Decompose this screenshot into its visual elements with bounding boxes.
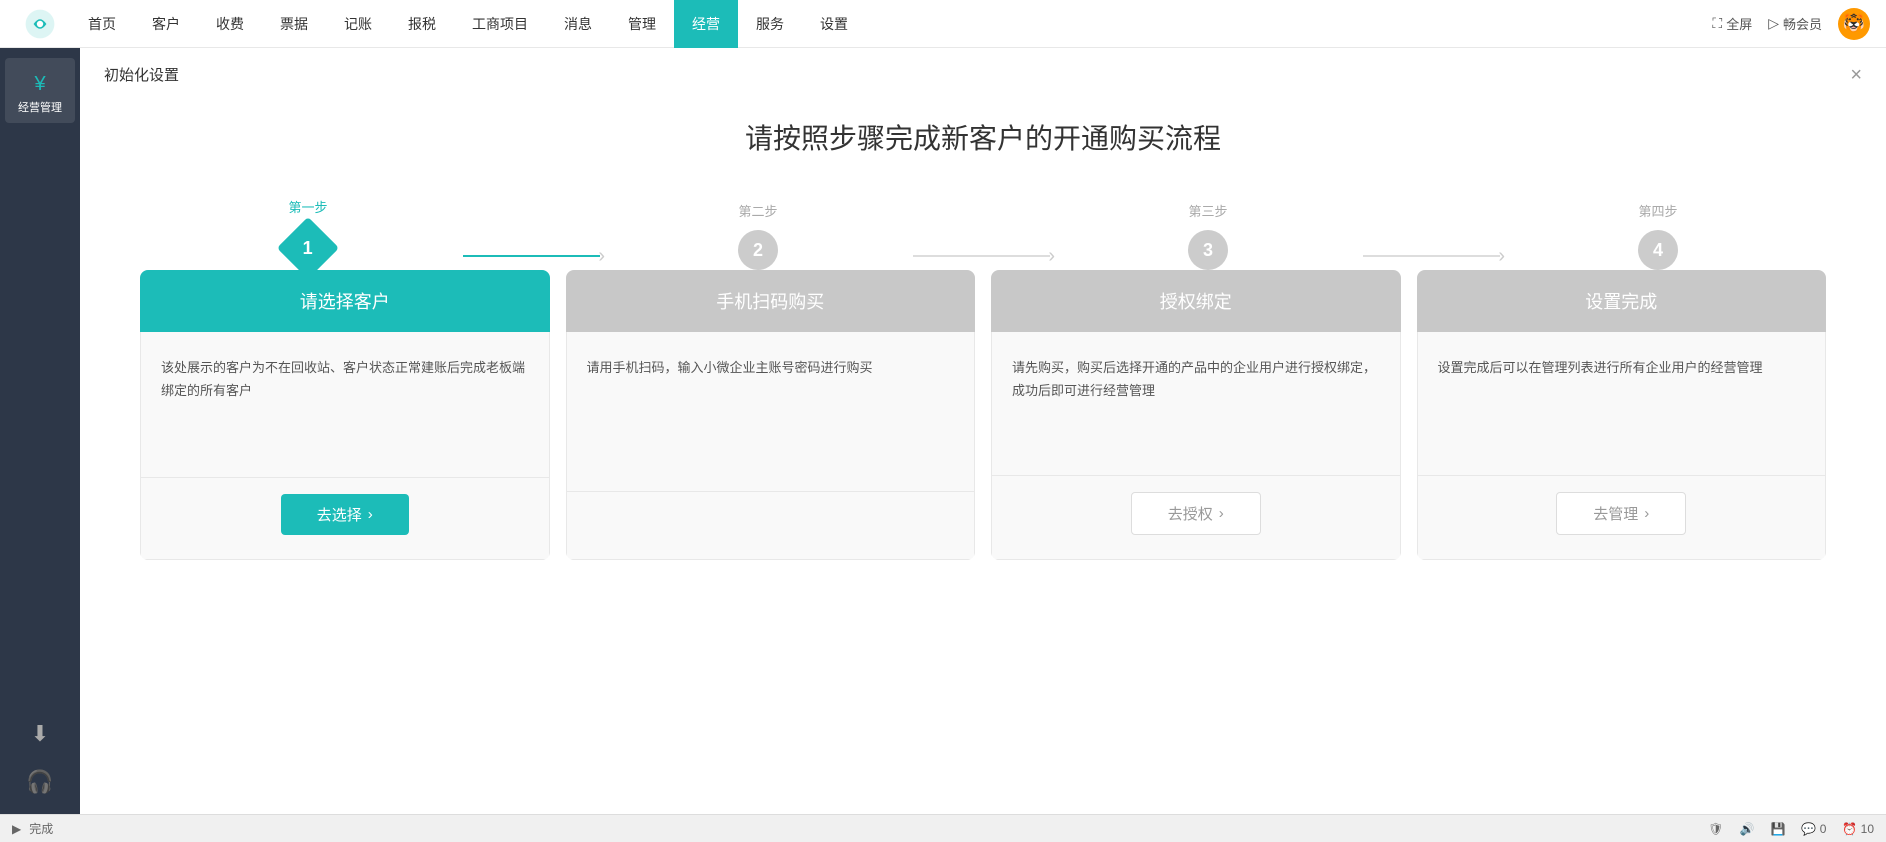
- app-logo: [10, 0, 70, 48]
- nav-right: ⛶ 全屏 ▷ 畅会员 🐯: [1712, 8, 1886, 40]
- nav-service[interactable]: 服务: [738, 0, 802, 48]
- volume-icon: 🔊: [1740, 822, 1755, 836]
- nav-operation[interactable]: 经营: [674, 0, 738, 48]
- step2-circle: 2: [738, 230, 778, 270]
- nav-message[interactable]: 消息: [546, 0, 610, 48]
- nav-home[interactable]: 首页: [70, 0, 134, 48]
- step1-card-footer: 去选择 ›: [140, 478, 550, 560]
- step3-circle: 3: [1188, 230, 1228, 270]
- status-label: 完成: [29, 820, 53, 837]
- step2-card-footer: [566, 492, 976, 560]
- play-icon: ▶: [12, 822, 21, 836]
- step3-card-footer: 去授权 ›: [991, 476, 1401, 560]
- close-button[interactable]: ×: [1850, 65, 1862, 85]
- nav-customer[interactable]: 客户: [134, 0, 198, 48]
- headset-icon[interactable]: 🎧: [20, 762, 60, 802]
- step3-card-body: 请先购买，购买后选择开通的产品中的企业用户进行授权绑定，成功后即可进行经营管理: [991, 332, 1401, 476]
- step2-label: 第二步: [738, 201, 777, 220]
- step-card-4: 设置完成 设置完成后可以在管理列表进行所有企业用户的经营管理 去管理 ›: [1417, 270, 1827, 560]
- steps-content: 请按照步骤完成新客户的开通购买流程 第一步 1 › 第二步: [80, 85, 1886, 814]
- fullscreen-btn[interactable]: ⛶ 全屏: [1712, 14, 1752, 33]
- sidebar: ¥ 经营管理 ⬇ 🎧: [0, 48, 80, 814]
- time-display: ⏰ 10: [1842, 822, 1874, 836]
- steps-heading: 请按照步骤完成新客户的开通购买流程: [120, 85, 1846, 197]
- nav-manage[interactable]: 管理: [610, 0, 674, 48]
- step4-card-footer: 去管理 ›: [1417, 476, 1827, 560]
- step2-card-header: 手机扫码购买: [566, 270, 976, 332]
- step-card-2: 手机扫码购买 请用手机扫码，输入小微企业主账号密码进行购买: [566, 270, 976, 560]
- content-area: 初始化设置 × 请按照步骤完成新客户的开通购买流程 第一步 1 ›: [80, 48, 1886, 814]
- step3-label: 第三步: [1188, 201, 1227, 220]
- nav-settings[interactable]: 设置: [802, 0, 866, 48]
- nav-items: 首页 客户 收费 票据 记账 报税 工商项目 消息 管理 经营 服务 设置: [70, 0, 1712, 48]
- step4-action-button[interactable]: 去管理 ›: [1556, 492, 1686, 535]
- step-card-3: 授权绑定 请先购买，购买后选择开通的产品中的企业用户进行授权绑定，成功后即可进行…: [991, 270, 1401, 560]
- sidebar-bottom: ⬇ 🎧: [20, 714, 60, 814]
- step1-action-button[interactable]: 去选择 ›: [281, 494, 409, 535]
- yuan-icon: ¥: [26, 70, 54, 98]
- download-icon[interactable]: ⬇: [20, 714, 60, 754]
- step1-card-body: 该处展示的客户为不在回收站、客户状态正常建账后完成老板端绑定的所有客户: [140, 332, 550, 478]
- status-bar: ▶ 完成 🛡 🔊 💾 💬 0 ⏰ 10: [0, 814, 1886, 842]
- member-btn[interactable]: ▷ 畅会员: [1768, 14, 1822, 33]
- step3-action-button[interactable]: 去授权 ›: [1131, 492, 1261, 535]
- step4-card-header: 设置完成: [1417, 270, 1827, 332]
- step1-label: 第一步: [288, 197, 327, 216]
- nav-bookkeep[interactable]: 记账: [326, 0, 390, 48]
- step1-card-header: 请选择客户: [140, 270, 550, 332]
- step-card-1: 请选择客户 该处展示的客户为不在回收站、客户状态正常建账后完成老板端绑定的所有客…: [140, 270, 550, 560]
- content-header: 初始化设置 ×: [80, 48, 1886, 85]
- step2-card-body: 请用手机扫码，输入小微企业主账号密码进行购买: [566, 332, 976, 492]
- sidebar-operation-label: 经营管理: [18, 102, 62, 115]
- sidebar-item-operation[interactable]: ¥ 经营管理: [5, 58, 75, 123]
- avatar[interactable]: 🐯: [1838, 8, 1870, 40]
- nav-fee[interactable]: 收费: [198, 0, 262, 48]
- nav-tax[interactable]: 报税: [390, 0, 454, 48]
- step4-card-body: 设置完成后可以在管理列表进行所有企业用户的经营管理: [1417, 332, 1827, 476]
- nav-bill[interactable]: 票据: [262, 0, 326, 48]
- main-layout: ¥ 经营管理 ⬇ 🎧 初始化设置 × 请按照步骤完成新客户的开通购买流程 第一步…: [0, 48, 1886, 814]
- top-nav: 首页 客户 收费 票据 记账 报税 工商项目 消息 管理 经营 服务 设置 ⛶ …: [0, 0, 1886, 48]
- status-bar-right: 🛡 🔊 💾 💬 0 ⏰ 10: [1708, 822, 1874, 836]
- message-count: 💬 0: [1801, 822, 1826, 836]
- step4-circle: 4: [1638, 230, 1678, 270]
- page-title: 初始化设置: [104, 64, 179, 85]
- step4-label: 第四步: [1638, 201, 1677, 220]
- save-icon: 💾: [1770, 822, 1785, 836]
- shield-icon: 🛡: [1708, 822, 1723, 836]
- nav-business[interactable]: 工商项目: [454, 0, 546, 48]
- step3-card-header: 授权绑定: [991, 270, 1401, 332]
